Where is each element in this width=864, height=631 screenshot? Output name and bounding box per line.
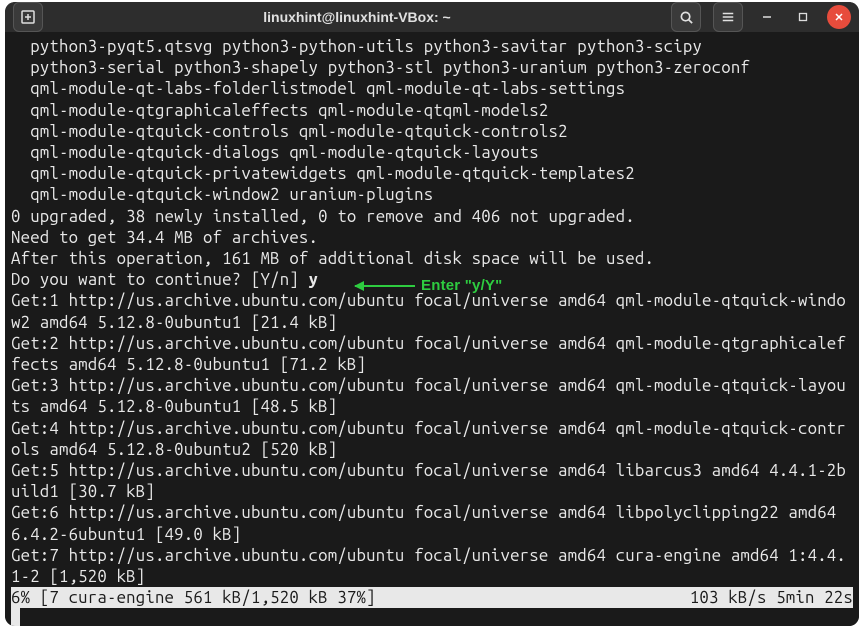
annotation-text: Enter "y/Y" <box>421 275 502 296</box>
menu-button[interactable] <box>713 2 743 32</box>
new-tab-button[interactable] <box>13 2 43 32</box>
download-line: Get:6 http://us.archive.ubuntu.com/ubunt… <box>11 503 846 543</box>
download-line: Get:4 http://us.archive.ubuntu.com/ubunt… <box>11 419 846 459</box>
download-line: Get:3 http://us.archive.ubuntu.com/ubunt… <box>11 376 846 416</box>
package-list-line: python3-serial python3-shapely python3-s… <box>11 58 750 77</box>
window-title: linuxhint@linuxhint-VBox: ~ <box>263 9 450 25</box>
package-list-line: qml-module-qtquick-privatewidgets qml-mo… <box>11 164 635 183</box>
package-list-line: qml-module-qtquick-dialogs qml-module-qt… <box>11 143 539 162</box>
progress-status: 6% [7 cura-engine 561 kB/1,520 kB 37%] 1… <box>11 587 853 608</box>
package-list-line: qml-module-qt-labs-folderlistmodel qml-m… <box>11 79 625 98</box>
progress-right: 103 kB/s 5min 22s <box>690 587 853 608</box>
prompt-answer: y <box>309 270 319 289</box>
download-line: Get:2 http://us.archive.ubuntu.com/ubunt… <box>11 334 846 374</box>
disk-usage: After this operation, 161 MB of addition… <box>11 249 654 268</box>
download-line: Get:1 http://us.archive.ubuntu.com/ubunt… <box>11 291 846 331</box>
annotation-overlay: Enter "y/Y" <box>355 275 502 296</box>
package-list-line: qml-module-qtquick-controls qml-module-q… <box>11 122 568 141</box>
download-size: Need to get 34.4 MB of archives. <box>11 228 318 247</box>
continue-prompt: Do you want to continue? [Y/n] <box>11 270 309 289</box>
terminal-output[interactable]: python3-pyqt5.qtsvg python3-python-utils… <box>5 32 859 626</box>
download-line: Get:7 http://us.archive.ubuntu.com/ubunt… <box>11 546 846 586</box>
upgrade-summary: 0 upgraded, 38 newly installed, 0 to rem… <box>11 207 635 226</box>
progress-left: 6% [7 cura-engine 561 kB/1,520 kB 37%] <box>11 587 376 608</box>
titlebar: linuxhint@linuxhint-VBox: ~ <box>5 2 859 32</box>
maximize-button[interactable] <box>791 5 815 29</box>
search-button[interactable] <box>671 2 701 32</box>
close-button[interactable] <box>827 5 851 29</box>
package-list-line: qml-module-qtquick-window2 uranium-plugi… <box>11 185 433 204</box>
arrow-icon <box>355 285 415 287</box>
terminal-window: linuxhint@linuxhint-VBox: ~ <box>5 2 859 626</box>
cursor <box>11 608 20 626</box>
package-list-line: qml-module-qtgraphicaleffects qml-module… <box>11 101 548 120</box>
package-list-line: python3-pyqt5.qtsvg python3-python-utils… <box>11 37 702 56</box>
download-line: Get:5 http://us.archive.ubuntu.com/ubunt… <box>11 461 846 501</box>
minimize-button[interactable] <box>755 5 779 29</box>
